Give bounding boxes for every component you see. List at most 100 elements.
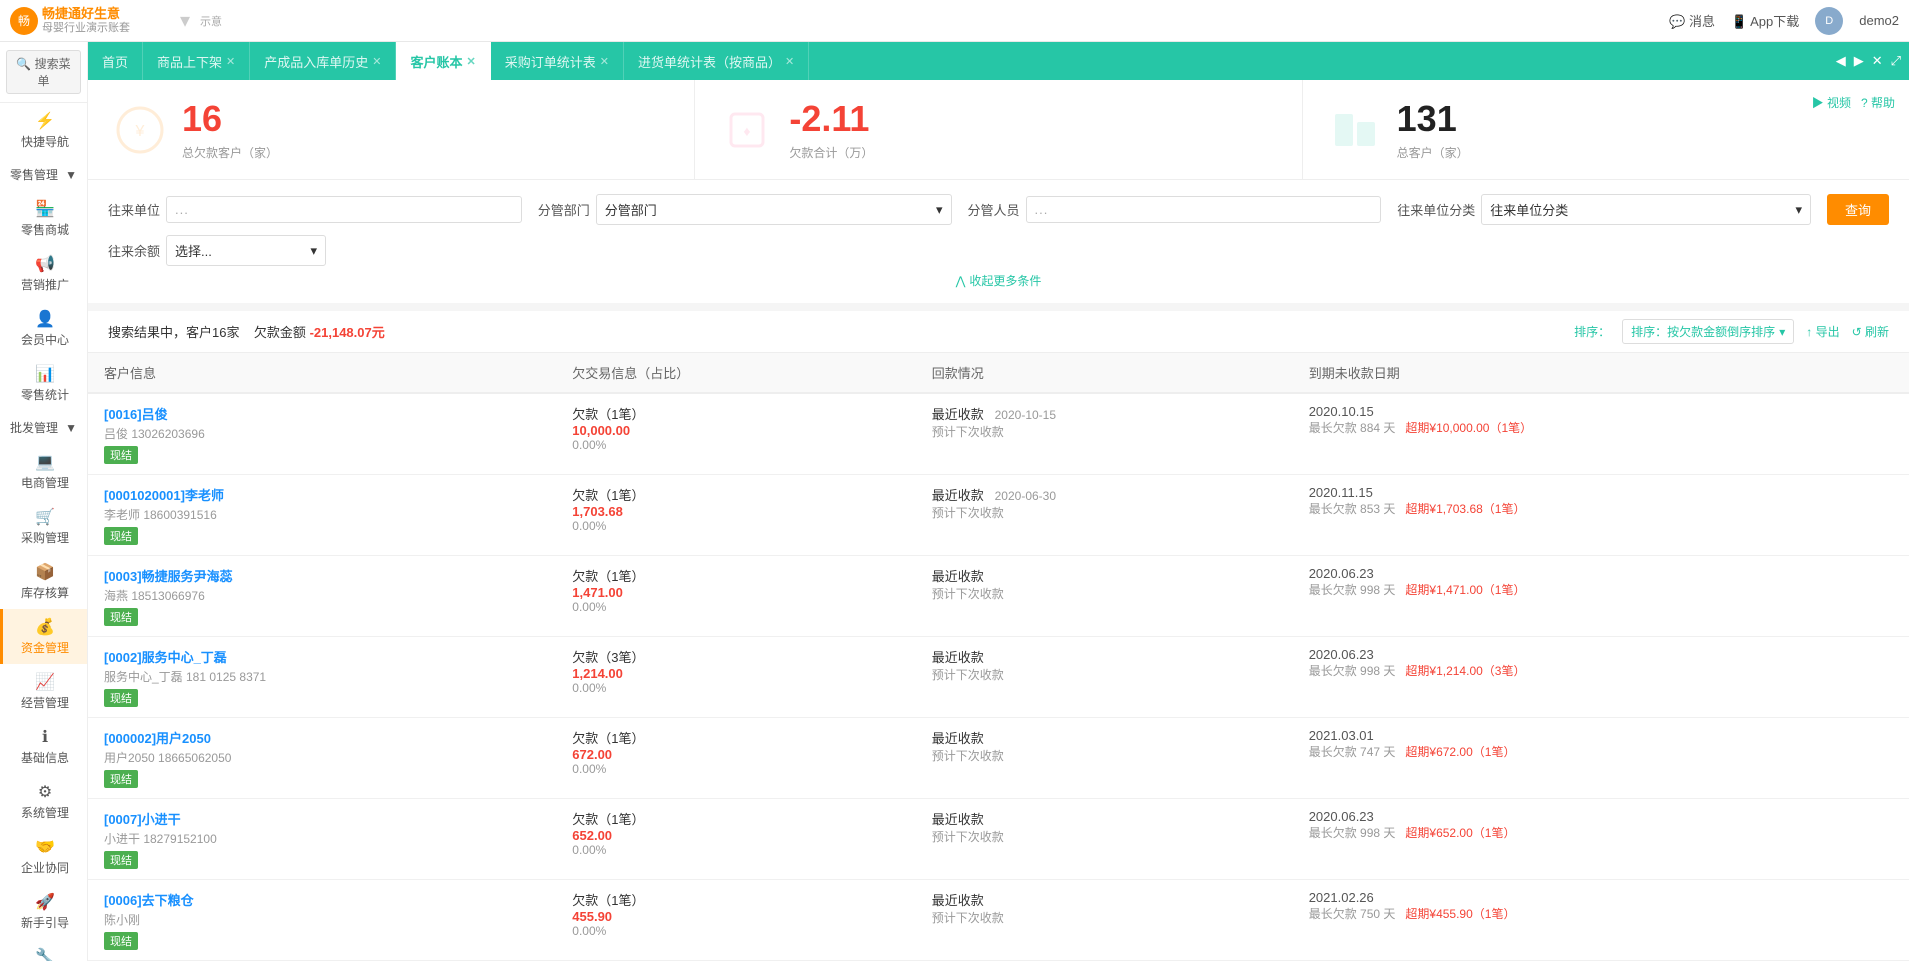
chevron-down-icon: ▾ [936, 202, 943, 218]
tab-maximize-btn[interactable]: ⤢ [1891, 53, 1901, 69]
overdue-link-2[interactable]: 超期¥1,471.00（1笔） [1405, 583, 1525, 597]
customer-name-link-4[interactable]: [000002]用户2050 [104, 728, 540, 747]
cell-due-date-4: 2021.03.01 最长欠款 747 天 超期¥672.00（1笔） [1293, 718, 1909, 799]
export-btn[interactable]: ↑ 导出 [1806, 323, 1839, 340]
overdue-link-5[interactable]: 超期¥652.00（1笔） [1405, 826, 1515, 840]
customer-tag-0: 现结 [104, 446, 138, 464]
customer-contact-4: 用户2050 18665062050 [104, 749, 540, 766]
tab-close-icon[interactable]: ✕ [226, 55, 235, 68]
tab-next-btn[interactable]: ▶ [1854, 53, 1864, 69]
customer-name-link-0[interactable]: [0016]吕俊 [104, 404, 540, 423]
cell-debt-info-0: 欠款（1笔） 10,000.00 0.00% [556, 393, 916, 475]
debt-count-5: 欠款（1笔） [572, 809, 900, 828]
filter-select-balance[interactable]: 选择... ▾ [166, 235, 326, 266]
table-row: [0002]服务中心_丁磊 服务中心_丁磊 181 0125 8371 现结 欠… [88, 637, 1909, 718]
sidebar-item-corp-collab[interactable]: 🤝 企业协同 [0, 829, 87, 884]
overdue-link-0[interactable]: 超期¥10,000.00（1笔） [1405, 421, 1532, 435]
debt-count-2: 欠款（1笔） [572, 566, 900, 585]
debt-amount-4[interactable]: 672.00 [572, 747, 900, 762]
tab-close-icon[interactable]: ✕ [600, 55, 609, 68]
filter-label-dept: 分管部门 [538, 200, 590, 219]
message-btn[interactable]: 💬 消息 [1669, 11, 1715, 30]
customer-name-link-6[interactable]: [0006]去下粮仓 [104, 890, 540, 909]
overdue-link-1[interactable]: 超期¥1,703.68（1笔） [1405, 502, 1525, 516]
tab-close-icon[interactable]: ✕ [467, 55, 476, 68]
tab-prev-btn[interactable]: ◀ [1836, 53, 1846, 69]
customer-tag-2: 现结 [104, 608, 138, 626]
sidebar-item-ecommerce[interactable]: 💻 电商管理 [0, 444, 87, 499]
tab-close-all-btn[interactable]: ✕ [1872, 53, 1883, 69]
cell-payment-status-1: 最近收款 2020-06-30 预计下次收款 [916, 475, 1293, 556]
collapse-btn[interactable]: ⋀ 收起更多条件 [108, 272, 1889, 289]
debt-amount-1[interactable]: 1,703.68 [572, 504, 900, 519]
sidebar-item-inventory[interactable]: 📦 库存核算 [0, 554, 87, 609]
debt-amount-6[interactable]: 455.90 [572, 909, 900, 924]
sidebar-item-retail-stats[interactable]: 📊 零售统计 [0, 356, 87, 411]
next-payment-3: 预计下次收款 [932, 666, 1277, 683]
customer-name-link-1[interactable]: [0001020001]李老师 [104, 485, 540, 504]
sidebar-group-wholesale[interactable]: 批发管理 ▼ [0, 411, 87, 444]
tab-close-icon[interactable]: ✕ [372, 55, 381, 68]
username[interactable]: demo2 [1859, 13, 1899, 28]
filter-input-unit[interactable]: ... [166, 196, 522, 223]
cell-customer-info-3: [0002]服务中心_丁磊 服务中心_丁磊 181 0125 8371 现结 [88, 637, 556, 718]
sidebar-item-basic-info[interactable]: ℹ 基础信息 [0, 719, 87, 774]
sort-select[interactable]: 排序：按欠款金额倒序排序 ▾ [1622, 319, 1794, 344]
sidebar-item-purchase[interactable]: 🛒 采购管理 [0, 499, 87, 554]
due-date-0: 2020.10.15 [1309, 404, 1893, 419]
tab-purchase-order-stats[interactable]: 采购订单统计表 ✕ [491, 42, 624, 80]
customer-name-link-3[interactable]: [0002]服务中心_丁磊 [104, 647, 540, 666]
tab-home[interactable]: 首页 [88, 42, 143, 80]
filter-item-category: 往来单位分类 往来单位分类 ▾ [1397, 194, 1811, 225]
sidebar-item-marketing[interactable]: 📢 营销推广 [0, 246, 87, 301]
debt-amount-2[interactable]: 1,471.00 [572, 585, 900, 600]
overdue-link-3[interactable]: 超期¥1,214.00（3笔） [1405, 664, 1525, 678]
video-btn[interactable]: ▶ 视频 [1812, 94, 1851, 111]
search-menu-btn[interactable]: 🔍 搜索菜单 [6, 50, 81, 94]
sidebar-item-guide[interactable]: 🚀 新手引导 [0, 884, 87, 939]
sidebar-item-retail-mall[interactable]: 🏪 零售商城 [0, 191, 87, 246]
overdue-link-4[interactable]: 超期¥672.00（1笔） [1405, 745, 1515, 759]
stat-actions: ▶ 视频 ? 帮助 [1812, 94, 1895, 111]
overdue-days-0: 最长欠款 884 天 超期¥10,000.00（1笔） [1309, 419, 1893, 436]
result-amount: -21,148.07元 [310, 325, 385, 340]
debt-percent-3: 0.00% [572, 681, 900, 695]
cell-debt-info-5: 欠款（1笔） 652.00 0.00% [556, 799, 916, 880]
query-button[interactable]: 查询 [1827, 194, 1889, 225]
sidebar-item-system[interactable]: ⚙ 系统管理 [0, 774, 87, 829]
debt-amount-0[interactable]: 10,000.00 [572, 423, 900, 438]
tab-customer-ledger[interactable]: 客户账本 ✕ [396, 42, 490, 80]
refresh-btn[interactable]: ↺ 刷新 [1852, 323, 1889, 340]
debt-amount-5[interactable]: 652.00 [572, 828, 900, 843]
customer-contact-6: 陈小刚 [104, 911, 540, 928]
app-switcher[interactable]: 示意 [200, 13, 222, 29]
tab-goods-on-off[interactable]: 商品上下架 ✕ [143, 42, 250, 80]
last-payment-label-0: 最近收款 2020-10-15 [932, 404, 1277, 423]
tab-close-icon[interactable]: ✕ [785, 55, 794, 68]
customer-name-link-2[interactable]: [0003]畅捷服务尹海蕊 [104, 566, 540, 585]
filter-label-unit: 往来单位 [108, 200, 160, 219]
sidebar-item-member[interactable]: 👤 会员中心 [0, 301, 87, 356]
app-download-btn[interactable]: 📱 App下载 [1731, 11, 1799, 30]
user-avatar[interactable]: D [1815, 7, 1843, 35]
result-actions: 排序： 排序：按欠款金额倒序排序 ▾ ↑ 导出 ↺ 刷新 [1574, 319, 1889, 344]
customer-name-link-5[interactable]: [0007]小进干 [104, 809, 540, 828]
dropdown-arrow[interactable]: ▾ [180, 8, 190, 33]
sidebar-item-quick-nav[interactable]: ⚡ 快捷导航 [0, 103, 87, 158]
tab-production-history[interactable]: 产成品入库单历史 ✕ [250, 42, 396, 80]
tab-purchase-stats-by-goods[interactable]: 进货单统计表（按商品） ✕ [624, 42, 809, 80]
overdue-link-6[interactable]: 超期¥455.90（1笔） [1405, 907, 1515, 921]
stat-number-debt-customers: 16 [182, 98, 278, 140]
filter-select-category[interactable]: 往来单位分类 ▾ [1481, 194, 1811, 225]
debt-amount-3[interactable]: 1,214.00 [572, 666, 900, 681]
filter-input-person[interactable]: ... [1026, 196, 1382, 223]
sidebar-item-finance[interactable]: 💰 资金管理 [0, 609, 87, 664]
sidebar-item-app-center[interactable]: 🔧 应用中心 [0, 939, 87, 961]
sidebar-item-operations[interactable]: 📈 经营管理 [0, 664, 87, 719]
col-debt-info: 欠交易信息（占比） [556, 353, 916, 393]
filter-select-dept[interactable]: 分管部门 ▾ [596, 194, 952, 225]
cell-customer-info-6: [0006]去下粮仓 陈小刚 现结 [88, 880, 556, 961]
help-btn[interactable]: ? 帮助 [1861, 94, 1895, 111]
last-payment-label-6: 最近收款 [932, 890, 1277, 909]
sidebar-group-retail[interactable]: 零售管理 ▼ [0, 158, 87, 191]
